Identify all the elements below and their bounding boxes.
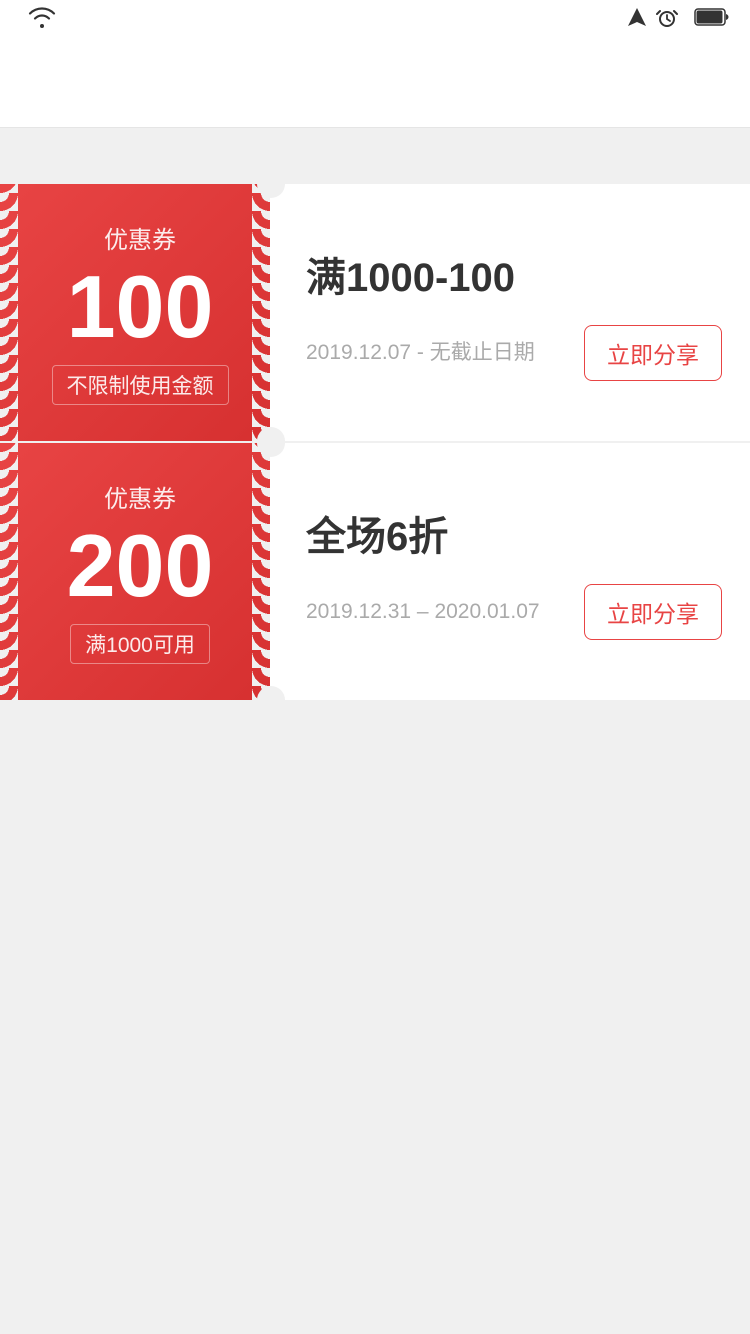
serrated-right [252,184,270,441]
coupon-right: 满1000-100 2019.12.07 - 无截止日期 立即分享 [270,184,750,441]
coupon-amount: 100 [67,263,214,351]
coupon-date: 2019.12.07 - 无截止日期 [306,338,572,367]
coupon-left: 优惠券 100 不限制使用金额 [0,184,270,441]
notch-top [257,429,285,457]
coupon-card: 优惠券 100 不限制使用金额 满1000-100 2019.12.07 - 无… [0,184,750,441]
status-left [20,6,56,34]
serrated-left [0,443,18,700]
status-right [626,6,730,34]
location-icon [626,6,648,34]
coupon-condition: 不限制使用金额 [52,365,229,405]
coupon-label: 优惠券 [104,220,176,255]
coupon-card: 优惠券 200 满1000可用 全场6折 2019.12.31 – 2020.0… [0,443,750,700]
serrated-left [0,184,18,441]
battery-icon [694,7,730,33]
coupon-amount: 200 [67,522,214,610]
notch-bottom [257,686,285,714]
serrated-right [252,443,270,700]
coupon-date-row: 2019.12.07 - 无截止日期 立即分享 [306,325,722,381]
share-button[interactable]: 立即分享 [584,584,722,640]
alarm-icon [656,6,678,34]
coupon-label: 优惠券 [104,479,176,514]
empty-area [0,742,750,1242]
wifi-icon [28,6,56,34]
coupon-card-wrapper-2: 优惠券 200 满1000可用 全场6折 2019.12.31 – 2020.0… [0,443,750,700]
section-header [0,128,750,184]
coupon-date-row: 2019.12.31 – 2020.01.07 立即分享 [306,584,722,640]
coupon-list: 优惠券 100 不限制使用金额 满1000-100 2019.12.07 - 无… [0,184,750,742]
coupon-right: 全场6折 2019.12.31 – 2020.01.07 立即分享 [270,443,750,700]
coupon-name: 全场6折 [306,504,722,562]
coupon-name: 满1000-100 [306,245,722,303]
nav-bar [0,40,750,128]
status-bar [0,0,750,40]
share-button[interactable]: 立即分享 [584,325,722,381]
notch-top [257,170,285,198]
coupon-condition: 满1000可用 [70,624,210,664]
coupon-date: 2019.12.31 – 2020.01.07 [306,597,572,626]
coupon-left: 优惠券 200 满1000可用 [0,443,270,700]
coupon-card-wrapper-1: 优惠券 100 不限制使用金额 满1000-100 2019.12.07 - 无… [0,184,750,441]
